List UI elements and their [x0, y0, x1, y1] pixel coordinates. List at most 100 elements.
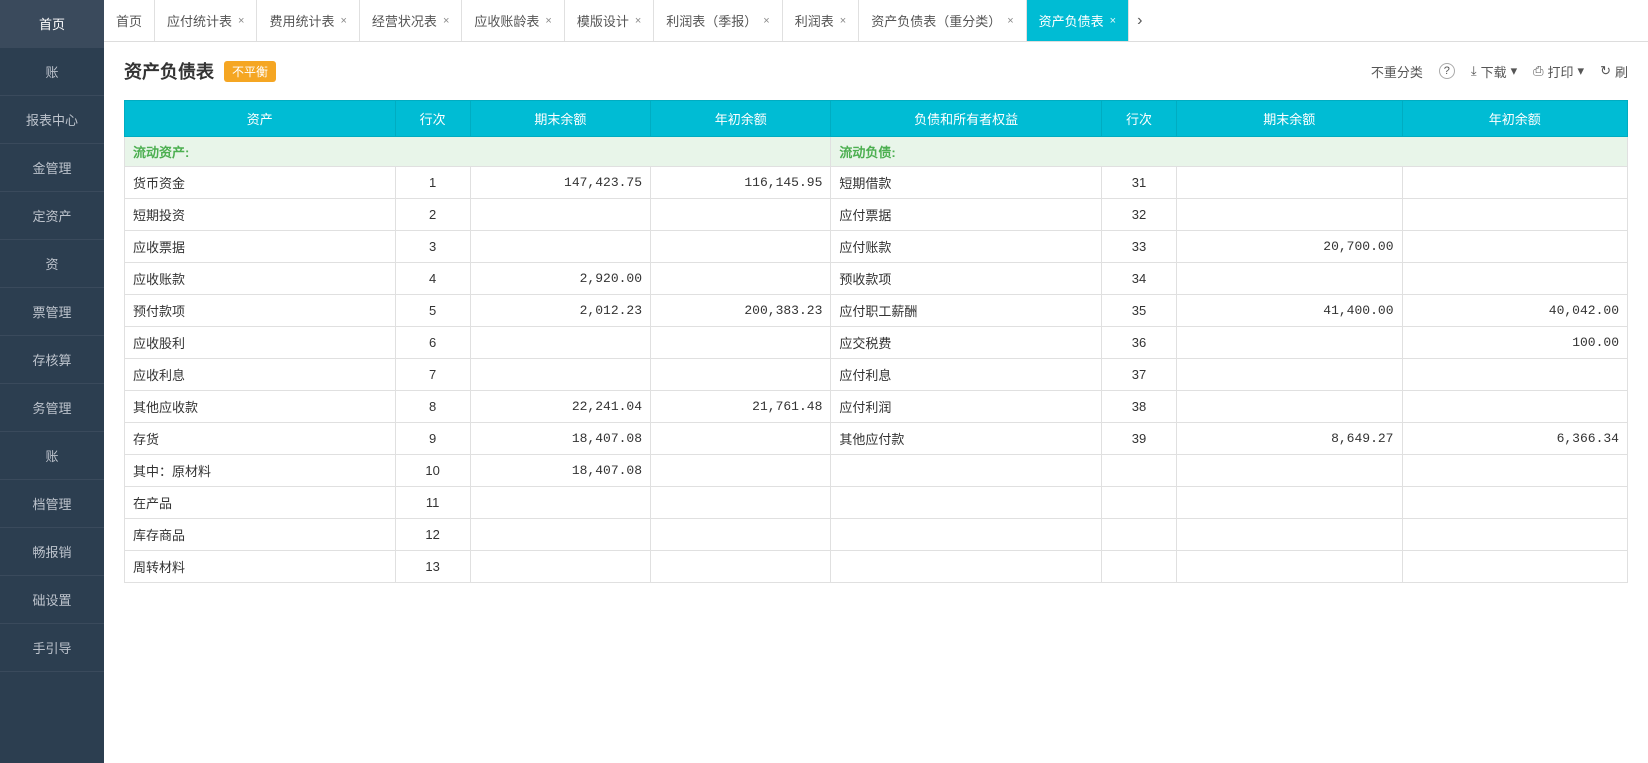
liability-year-start[interactable]	[1402, 231, 1628, 263]
asset-row-num: 8	[395, 391, 470, 423]
sidebar-item-archive[interactable]: 档管理	[0, 480, 104, 528]
asset-year-start[interactable]	[651, 231, 831, 263]
asset-year-start[interactable]: 116,145.95	[651, 167, 831, 199]
sidebar-item-ticket-mgmt[interactable]: 票管理	[0, 288, 104, 336]
liability-period-end[interactable]	[1177, 455, 1402, 487]
asset-period-end[interactable]: 2,012.23	[470, 295, 650, 327]
asset-year-start[interactable]	[651, 327, 831, 359]
sidebar-item-inventory[interactable]: 存核算	[0, 336, 104, 384]
asset-year-start[interactable]	[651, 519, 831, 551]
asset-period-end[interactable]	[470, 487, 650, 519]
sidebar-item-home[interactable]: 首页	[0, 0, 104, 48]
liability-year-start[interactable]	[1402, 391, 1628, 423]
tab-receivable-aging[interactable]: 应收账龄表 ×	[462, 0, 564, 41]
sidebar-item-tax-mgmt[interactable]: 务管理	[0, 384, 104, 432]
asset-period-end[interactable]: 2,920.00	[470, 263, 650, 295]
liability-year-start[interactable]	[1402, 519, 1628, 551]
tab-payable-stat[interactable]: 应付统计表 ×	[155, 0, 257, 41]
close-icon[interactable]: ×	[545, 15, 551, 27]
asset-year-start[interactable]	[651, 359, 831, 391]
liability-year-start[interactable]: 6,366.34	[1402, 423, 1628, 455]
sidebar-item-account[interactable]: 账	[0, 48, 104, 96]
liability-label	[831, 551, 1102, 583]
close-icon[interactable]: ×	[763, 15, 769, 27]
close-icon[interactable]: ×	[443, 15, 449, 27]
liability-year-start[interactable]	[1402, 199, 1628, 231]
sidebar-item-expense[interactable]: 畅报销	[0, 528, 104, 576]
close-icon[interactable]: ×	[340, 15, 346, 27]
tab-balance-reclassify[interactable]: 资产负债表（重分类） ×	[859, 0, 1026, 41]
tab-home[interactable]: 首页	[104, 0, 155, 41]
tab-operation-stat[interactable]: 经营状况表 ×	[360, 0, 462, 41]
sidebar-item-guide[interactable]: 手引导	[0, 624, 104, 672]
liability-label: 应付利息	[831, 359, 1102, 391]
liability-period-end[interactable]: 8,649.27	[1177, 423, 1402, 455]
liability-period-end[interactable]	[1177, 551, 1402, 583]
tab-profit[interactable]: 利润表 ×	[783, 0, 859, 41]
print-button[interactable]: ⎙ 打印 ▾	[1533, 62, 1584, 81]
liability-row-num: 34	[1101, 263, 1176, 295]
liability-period-end[interactable]	[1177, 519, 1402, 551]
liability-year-start[interactable]	[1402, 263, 1628, 295]
liability-period-end[interactable]	[1177, 199, 1402, 231]
tab-template-design[interactable]: 模版设计 ×	[565, 0, 654, 41]
asset-period-end[interactable]: 147,423.75	[470, 167, 650, 199]
header-period-end: 期末余额	[470, 101, 650, 137]
sidebar-item-fixed-assets[interactable]: 定资产	[0, 192, 104, 240]
close-icon[interactable]: ×	[1110, 15, 1116, 27]
liability-year-start[interactable]	[1402, 455, 1628, 487]
section-label-liability: 流动负债:	[831, 137, 1628, 167]
asset-period-end[interactable]	[470, 231, 650, 263]
asset-year-start[interactable]: 21,761.48	[651, 391, 831, 423]
close-icon[interactable]: ×	[840, 15, 846, 27]
liability-period-end[interactable]	[1177, 487, 1402, 519]
asset-period-end[interactable]	[470, 327, 650, 359]
asset-year-start[interactable]	[651, 263, 831, 295]
asset-year-start[interactable]	[651, 487, 831, 519]
close-icon[interactable]: ×	[1007, 15, 1013, 27]
sidebar-item-capital[interactable]: 资	[0, 240, 104, 288]
liability-year-start[interactable]	[1402, 167, 1628, 199]
liability-year-start[interactable]: 40,042.00	[1402, 295, 1628, 327]
liability-year-start[interactable]: 100.00	[1402, 327, 1628, 359]
liability-period-end[interactable]	[1177, 391, 1402, 423]
refresh-button[interactable]: ↻ 刷	[1600, 62, 1628, 81]
sidebar-item-settings[interactable]: 础设置	[0, 576, 104, 624]
liability-label: 应付票据	[831, 199, 1102, 231]
asset-year-start[interactable]	[651, 455, 831, 487]
help-icon[interactable]: ?	[1439, 63, 1455, 79]
tab-expense-stat[interactable]: 费用统计表 ×	[257, 0, 359, 41]
asset-period-end[interactable]	[470, 199, 650, 231]
asset-period-end[interactable]	[470, 551, 650, 583]
close-icon[interactable]: ×	[238, 15, 244, 27]
sidebar-item-fund-mgmt[interactable]: 金管理	[0, 144, 104, 192]
sidebar: 首页 账 报表中心 金管理 定资产 资 票管理 存核算 务管理 账 档管理 畅报…	[0, 0, 104, 763]
tab-nav-right-icon[interactable]: ›	[1129, 0, 1150, 41]
asset-year-start[interactable]	[651, 551, 831, 583]
close-icon[interactable]: ×	[635, 15, 641, 27]
asset-year-start[interactable]: 200,383.23	[651, 295, 831, 327]
asset-period-end[interactable]: 18,407.08	[470, 455, 650, 487]
sidebar-item-book[interactable]: 账	[0, 432, 104, 480]
liability-period-end[interactable]: 41,400.00	[1177, 295, 1402, 327]
asset-period-end[interactable]	[470, 359, 650, 391]
sidebar-item-report-center[interactable]: 报表中心	[0, 96, 104, 144]
liability-year-start[interactable]	[1402, 551, 1628, 583]
asset-period-end[interactable]: 22,241.04	[470, 391, 650, 423]
liability-period-end[interactable]	[1177, 167, 1402, 199]
header-liability: 负债和所有者权益	[831, 101, 1102, 137]
liability-period-end[interactable]	[1177, 263, 1402, 295]
asset-period-end[interactable]: 18,407.08	[470, 423, 650, 455]
liability-year-start[interactable]	[1402, 487, 1628, 519]
tab-balance-sheet[interactable]: 资产负债表 ×	[1027, 0, 1129, 41]
download-button[interactable]: ⤓ 下载 ▾	[1471, 62, 1517, 81]
liability-period-end[interactable]	[1177, 359, 1402, 391]
tab-profit-quarterly[interactable]: 利润表（季报） ×	[654, 0, 782, 41]
liability-period-end[interactable]	[1177, 327, 1402, 359]
asset-row-num: 1	[395, 167, 470, 199]
liability-period-end[interactable]: 20,700.00	[1177, 231, 1402, 263]
asset-period-end[interactable]	[470, 519, 650, 551]
asset-year-start[interactable]	[651, 423, 831, 455]
asset-year-start[interactable]	[651, 199, 831, 231]
liability-year-start[interactable]	[1402, 359, 1628, 391]
